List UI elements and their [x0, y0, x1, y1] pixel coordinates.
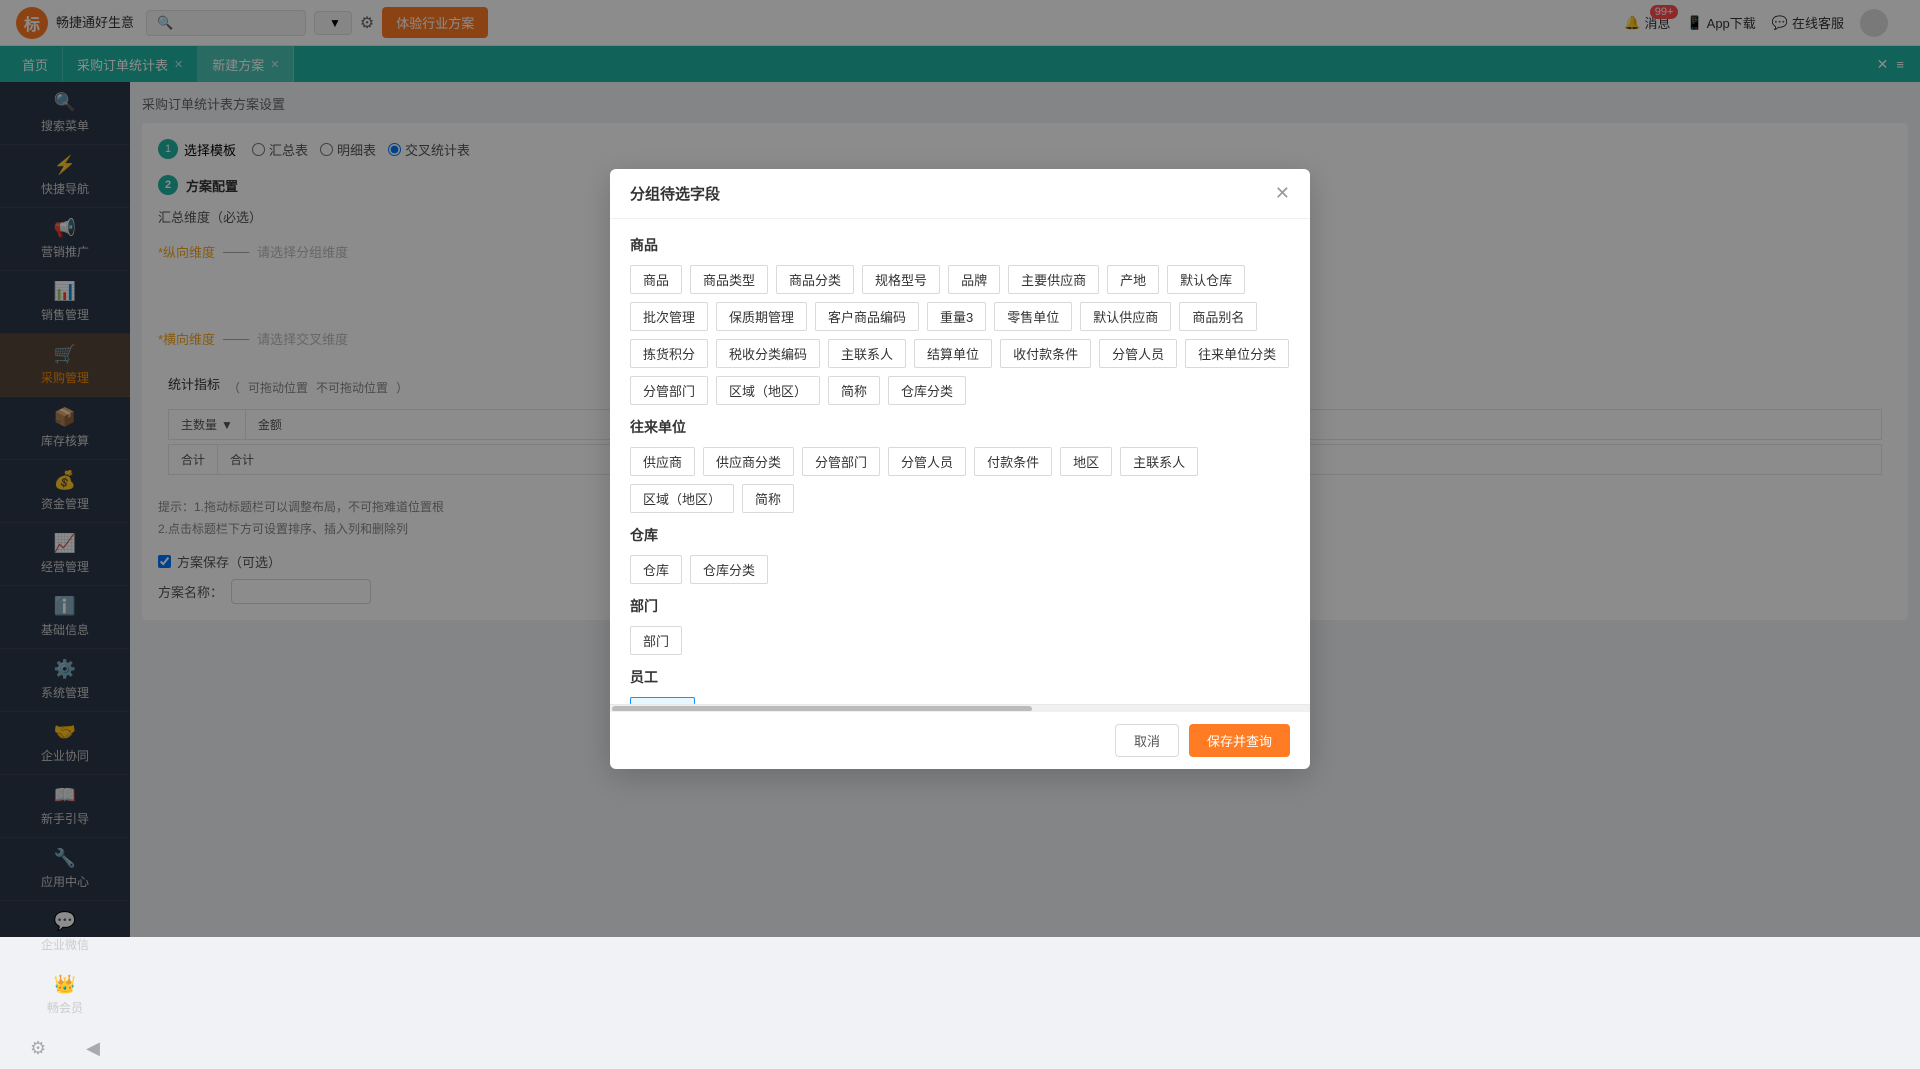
section-title-units: 往来单位 — [630, 417, 1290, 437]
dialog-header: 分组待选字段 ✕ — [610, 169, 1310, 219]
tag-customer-code[interactable]: 客户商品编码 — [815, 302, 919, 331]
dialog-body[interactable]: 商品 商品 商品类型 商品分类 规格型号 品牌 主要供应商 产地 默认仓库 批次… — [610, 219, 1310, 705]
tag-dept-managed[interactable]: 分管部门 — [630, 376, 708, 405]
tag-tax-code[interactable]: 税收分类编码 — [716, 339, 820, 368]
sidebar-bottom: ⚙ ◀ — [0, 1027, 130, 1069]
tag-main-contact[interactable]: 主联系人 — [828, 339, 906, 368]
dialog: 分组待选字段 ✕ 商品 商品 商品类型 商品分类 规格型号 品牌 主要供应商 产… — [610, 169, 1310, 769]
tag-batch-mgmt[interactable]: 批次管理 — [630, 302, 708, 331]
sidebar-item-member[interactable]: 👑 畅会员 — [0, 964, 130, 1027]
tag-main-supplier[interactable]: 主要供应商 — [1008, 265, 1099, 294]
tag-goods-category[interactable]: 商品分类 — [776, 265, 854, 294]
tag-region-area[interactable]: 区域（地区） — [716, 376, 820, 405]
tag-goods[interactable]: 商品 — [630, 265, 682, 294]
member-icon: 👑 — [54, 974, 76, 995]
tag-warehouse-cat[interactable]: 仓库分类 — [690, 555, 768, 584]
tag-default-supplier[interactable]: 默认供应商 — [1080, 302, 1171, 331]
dialog-footer: 取消 保存并查询 — [610, 711, 1310, 769]
tag-pick-points[interactable]: 拣货积分 — [630, 339, 708, 368]
tag-short-name2[interactable]: 简称 — [742, 484, 794, 513]
dialog-confirm-button[interactable]: 保存并查询 — [1189, 724, 1290, 757]
dialog-cancel-button[interactable]: 取消 — [1115, 724, 1179, 757]
tag-dept[interactable]: 部门 — [630, 626, 682, 655]
sidebar-wechat-label: 企业微信 — [41, 936, 89, 953]
section-title-goods: 商品 — [630, 235, 1290, 255]
tag-region[interactable]: 地区 — [1060, 447, 1112, 476]
tag-supervisor2[interactable]: 分管人员 — [888, 447, 966, 476]
tag-dept-managed2[interactable]: 分管部门 — [802, 447, 880, 476]
tag-payment-terms[interactable]: 收付款条件 — [1000, 339, 1091, 368]
tag-unit-category[interactable]: 往来单位分类 — [1185, 339, 1289, 368]
units-tags: 供应商 供应商分类 分管部门 分管人员 付款条件 地区 主联系人 区域（地区） … — [630, 447, 1290, 513]
tag-main-contact2[interactable]: 主联系人 — [1120, 447, 1198, 476]
dialog-title: 分组待选字段 — [630, 183, 720, 204]
tag-default-warehouse[interactable]: 默认仓库 — [1167, 265, 1245, 294]
sidebar-member-label: 畅会员 — [47, 999, 83, 1016]
tag-payment-condition[interactable]: 付款条件 — [974, 447, 1052, 476]
employee-tags: 业务员 — [630, 697, 1290, 705]
tag-retail-unit[interactable]: 零售单位 — [994, 302, 1072, 331]
section-title-warehouse: 仓库 — [630, 525, 1290, 545]
tag-sales-rep[interactable]: 业务员 — [630, 697, 695, 705]
sidebar-collapse-btn[interactable]: ◀ — [86, 1038, 100, 1059]
tag-spec-model[interactable]: 规格型号 — [862, 265, 940, 294]
tag-weight3[interactable]: 重量3 — [927, 302, 986, 331]
tag-goods-type[interactable]: 商品类型 — [690, 265, 768, 294]
dialog-close-button[interactable]: ✕ — [1275, 183, 1290, 204]
tag-goods-alias[interactable]: 商品别名 — [1179, 302, 1257, 331]
tag-region-area2[interactable]: 区域（地区） — [630, 484, 734, 513]
dept-tags: 部门 — [630, 626, 1290, 655]
tag-supervisor[interactable]: 分管人员 — [1099, 339, 1177, 368]
goods-tags: 商品 商品类型 商品分类 规格型号 品牌 主要供应商 产地 默认仓库 批次管理 … — [630, 265, 1290, 405]
tag-shelf-life[interactable]: 保质期管理 — [716, 302, 807, 331]
tag-origin[interactable]: 产地 — [1107, 265, 1159, 294]
tag-short-name[interactable]: 简称 — [828, 376, 880, 405]
tag-settlement-unit[interactable]: 结算单位 — [914, 339, 992, 368]
section-title-dept: 部门 — [630, 596, 1290, 616]
tag-warehouse[interactable]: 仓库 — [630, 555, 682, 584]
sidebar-settings-btn[interactable]: ⚙ — [30, 1038, 46, 1059]
tag-supplier-category[interactable]: 供应商分类 — [703, 447, 794, 476]
modal-overlay: 分组待选字段 ✕ 商品 商品 商品类型 商品分类 规格型号 品牌 主要供应商 产… — [0, 0, 1920, 937]
warehouse-tags: 仓库 仓库分类 — [630, 555, 1290, 584]
tag-brand[interactable]: 品牌 — [948, 265, 1000, 294]
section-title-employee: 员工 — [630, 667, 1290, 687]
tag-supplier[interactable]: 供应商 — [630, 447, 695, 476]
tag-warehouse-category[interactable]: 仓库分类 — [888, 376, 966, 405]
